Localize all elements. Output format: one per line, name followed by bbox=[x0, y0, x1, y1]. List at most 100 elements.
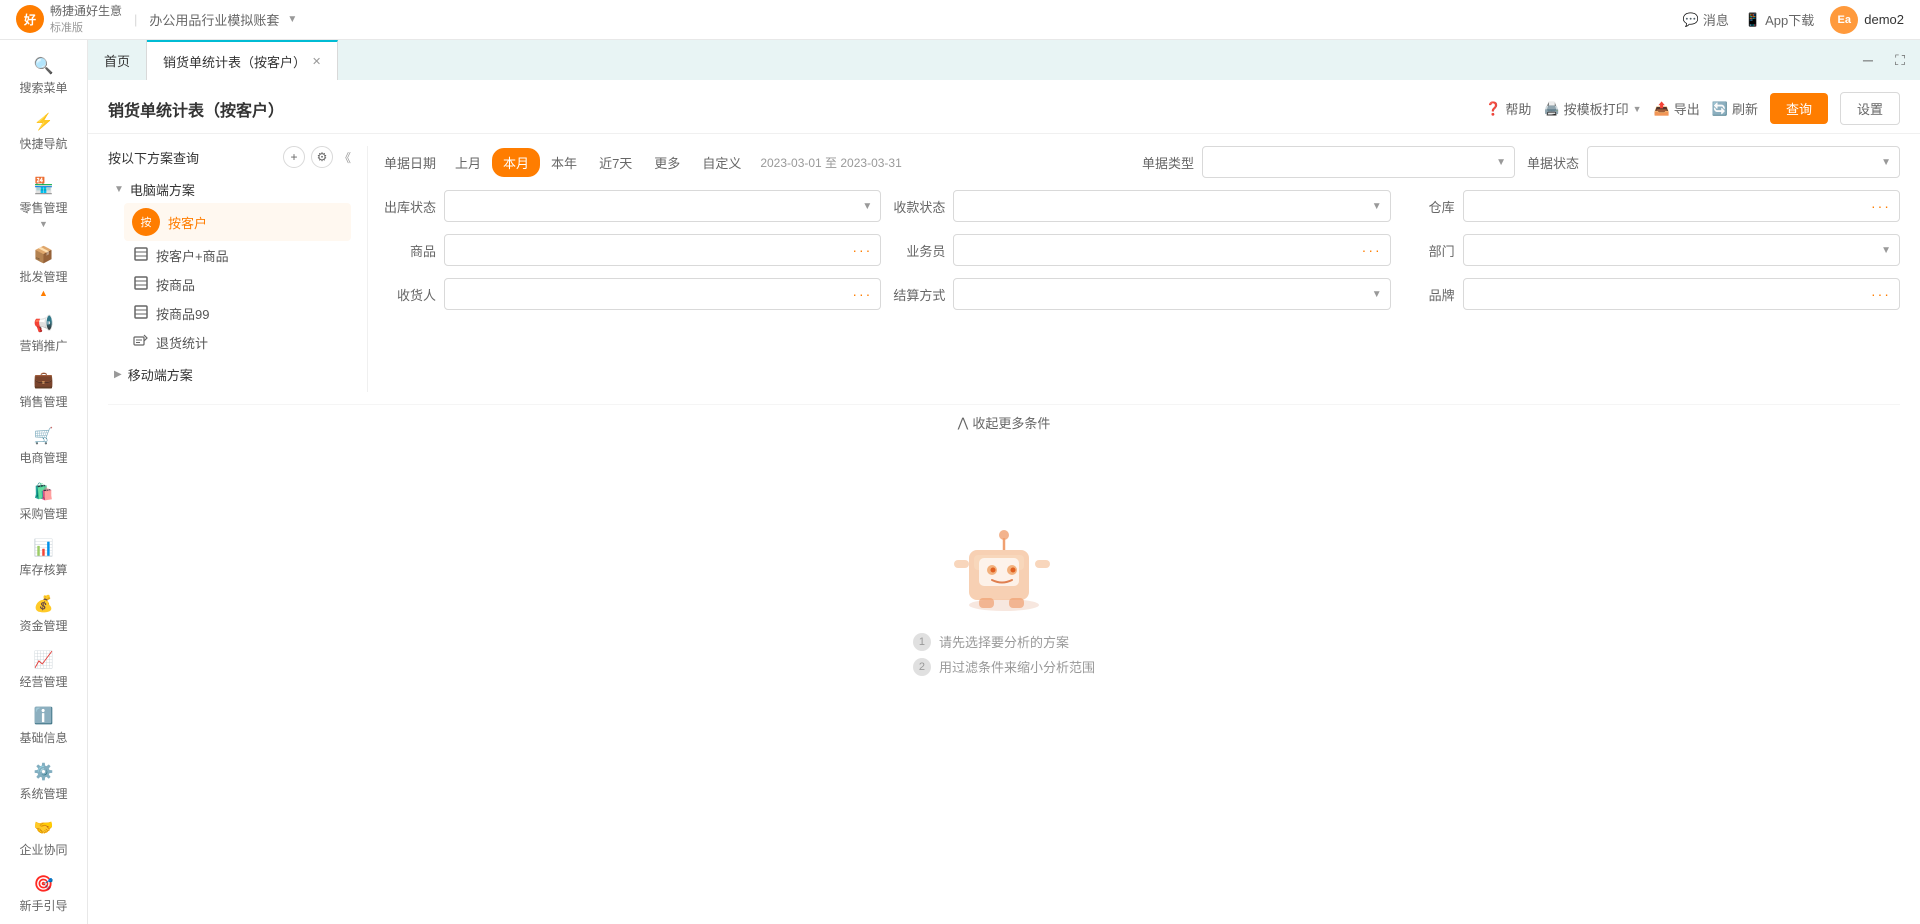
sidebar-item-system[interactable]: ⚙️ 系统管理 bbox=[0, 754, 87, 810]
scheme-group-desktop-header[interactable]: ▼ 电脑端方案 bbox=[108, 176, 351, 203]
filter-field-warehouse: 仓库 ··· bbox=[1403, 190, 1900, 222]
print-button[interactable]: 🖨️ 按模板打印 ▼ bbox=[1543, 99, 1641, 118]
sidebar-item-wholesale[interactable]: 📦 批发管理 ▲ bbox=[0, 237, 87, 306]
salesperson-more-icon: ··· bbox=[1362, 242, 1382, 258]
sidebar-item-newbie[interactable]: 🎯 新手引导 bbox=[0, 866, 87, 922]
sidebar-item-label: 搜索菜单 bbox=[19, 79, 67, 96]
filter-row-4: 收货人 ··· 结算方式 ▼ bbox=[384, 278, 1900, 310]
filter-field-out-status: 出库状态 ▼ bbox=[384, 190, 881, 222]
refresh-button[interactable]: 🔄 刷新 bbox=[1712, 99, 1758, 118]
sidebar-item-label: 新手引导 bbox=[19, 897, 67, 914]
scheme-title: 按以下方案查询 bbox=[108, 148, 199, 167]
help-button[interactable]: ❓ 帮助 bbox=[1485, 99, 1531, 118]
settings-button[interactable]: 设置 bbox=[1840, 92, 1900, 125]
messages-button[interactable]: 💬 消息 bbox=[1683, 10, 1729, 29]
filter-panel: 按以下方案查询 + ⚙ 《 ▼ 电脑端方案 bbox=[88, 134, 1920, 404]
receiver-more-icon: ··· bbox=[852, 286, 872, 302]
query-button[interactable]: 查询 bbox=[1770, 93, 1828, 124]
scheme-item-by-goods-99[interactable]: 按商品99 bbox=[124, 299, 351, 328]
tab-minimize-button[interactable]: ─ bbox=[1856, 48, 1880, 72]
status-input[interactable]: ▼ bbox=[1587, 146, 1900, 178]
brand-input[interactable]: ··· bbox=[1463, 278, 1900, 310]
export-button[interactable]: 📤 导出 bbox=[1654, 99, 1700, 118]
sidebar-item-enterprise[interactable]: 🤝 企业协同 bbox=[0, 810, 87, 866]
department-input[interactable]: ▼ bbox=[1463, 234, 1900, 266]
scheme-header: 按以下方案查询 + ⚙ 《 bbox=[108, 146, 351, 168]
scheme-panel: 按以下方案查询 + ⚙ 《 ▼ 电脑端方案 bbox=[108, 146, 368, 392]
sidebar-item-ecommerce[interactable]: 🛒 电商管理 bbox=[0, 418, 87, 474]
receiver-input[interactable]: ··· bbox=[444, 278, 881, 310]
tab-home[interactable]: 首页 bbox=[88, 40, 147, 80]
logo-icon: 好 bbox=[16, 5, 44, 33]
date-tab-custom[interactable]: 自定义 bbox=[691, 148, 752, 177]
scheme-item-by-customer[interactable]: 按 按客户 bbox=[124, 203, 351, 241]
sidebar-item-marketing[interactable]: 📢 营销推广 bbox=[0, 306, 87, 362]
user-profile-button[interactable]: Ea demo2 bbox=[1830, 6, 1904, 34]
topbar-right: 💬 消息 📱 App下载 Ea demo2 bbox=[1683, 6, 1904, 34]
refresh-icon: 🔄 bbox=[1712, 101, 1728, 117]
scheme-item-label: 按商品99 bbox=[156, 304, 209, 323]
goods-input[interactable]: ··· bbox=[444, 234, 881, 266]
goods-more-icon: ··· bbox=[852, 242, 872, 258]
out-status-input[interactable]: ▼ bbox=[444, 190, 881, 222]
sidebar-item-label: 库存核算 bbox=[19, 561, 67, 578]
type-input[interactable]: ▼ bbox=[1202, 146, 1515, 178]
finance-icon: 💰 bbox=[34, 594, 54, 614]
topbar: 好 畅捷通好生意 标准版 | 办公用品行业模拟账套 ▼ 💬 消息 📱 App下载… bbox=[0, 0, 1920, 40]
marketing-icon: 📢 bbox=[34, 314, 54, 334]
sidebar-item-purchase[interactable]: 🛍️ 采购管理 bbox=[0, 474, 87, 530]
app-download-button[interactable]: 📱 App下载 bbox=[1745, 10, 1814, 29]
sidebar-item-retail[interactable]: 🏪 零售管理 ▼ bbox=[0, 168, 87, 237]
hint-2-text: 用过滤条件来缩小分析范围 bbox=[939, 657, 1095, 676]
payment-input[interactable]: ▼ bbox=[953, 278, 1390, 310]
date-tab-7days[interactable]: 近7天 bbox=[588, 148, 643, 177]
scheme-add-button[interactable]: + bbox=[283, 146, 305, 168]
sidebar-item-operation[interactable]: 📈 经营管理 bbox=[0, 642, 87, 698]
collapse-more-bar[interactable]: ⋀ 收起更多条件 bbox=[108, 404, 1900, 440]
empty-hint-2: 2 用过滤条件来缩小分析范围 bbox=[913, 657, 1095, 676]
breadcrumb-dropdown-icon[interactable]: ▼ bbox=[287, 14, 297, 25]
page-actions: ❓ 帮助 🖨️ 按模板打印 ▼ 📤 导出 🔄 刷新 bbox=[1485, 92, 1900, 125]
scheme-item-by-goods[interactable]: 按商品 bbox=[124, 270, 351, 299]
department-label: 部门 bbox=[1403, 241, 1455, 260]
scheme-item-return-stats[interactable]: 退货统计 bbox=[124, 328, 351, 357]
date-tab-last-month[interactable]: 上月 bbox=[444, 148, 492, 177]
date-tab-this-month[interactable]: 本月 bbox=[492, 148, 540, 177]
scheme-collapse-button[interactable]: 《 bbox=[339, 149, 351, 166]
salesperson-input[interactable]: ··· bbox=[953, 234, 1390, 266]
scheme-item-icon bbox=[132, 275, 150, 294]
warehouse-input[interactable]: ··· bbox=[1463, 190, 1900, 222]
receipt-status-label: 收款状态 bbox=[893, 197, 945, 216]
filter-row-2: 出库状态 ▼ 收款状态 ▼ bbox=[384, 190, 1900, 222]
sidebar-item-inventory[interactable]: 📊 库存核算 bbox=[0, 530, 87, 586]
wholesale-icon: 📦 bbox=[34, 245, 54, 265]
scheme-group-mobile-header[interactable]: ▶ 移动端方案 bbox=[108, 361, 351, 388]
collapse-up-icon: ⋀ bbox=[958, 415, 969, 431]
sidebar-item-search[interactable]: 🔍 搜索菜单 bbox=[0, 48, 87, 104]
breadcrumb: 办公用品行业模拟账套 bbox=[149, 10, 279, 29]
scheme-group-mobile: ▶ 移动端方案 bbox=[108, 361, 351, 388]
scheme-item-by-customer-goods[interactable]: 按客户+商品 bbox=[124, 241, 351, 270]
sidebar-item-shortcuts[interactable]: ⚡ 快捷导航 bbox=[0, 104, 87, 160]
date-tab-more[interactable]: 更多 bbox=[643, 148, 691, 177]
date-tab-this-year[interactable]: 本年 bbox=[540, 148, 588, 177]
operation-icon: 📈 bbox=[34, 650, 54, 670]
filter-row-3: 商品 ··· 业务员 ··· bbox=[384, 234, 1900, 266]
scheme-item-label: 按商品 bbox=[156, 275, 195, 294]
shortcuts-icon: ⚡ bbox=[34, 112, 54, 132]
sidebar-item-label: 销售管理 bbox=[19, 393, 67, 410]
sidebar-item-basic[interactable]: ℹ️ 基础信息 bbox=[0, 698, 87, 754]
tab-sales-stats[interactable]: 销货单统计表（按客户） ✕ bbox=[147, 40, 338, 80]
page-header: 销货单统计表（按客户） ❓ 帮助 🖨️ 按模板打印 ▼ 📤 导出 bbox=[88, 80, 1920, 134]
tab-maximize-button[interactable]: ⛶ bbox=[1888, 48, 1912, 72]
scheme-settings-button[interactable]: ⚙ bbox=[311, 146, 333, 168]
tab-bar-actions: ─ ⛶ bbox=[1856, 48, 1920, 72]
sidebar-item-sales[interactable]: 💼 销售管理 bbox=[0, 362, 87, 418]
brand-more-icon: ··· bbox=[1871, 286, 1891, 302]
sidebar-item-finance[interactable]: 💰 资金管理 bbox=[0, 586, 87, 642]
print-icon: 🖨️ bbox=[1543, 101, 1559, 117]
scheme-items-desktop: 按 按客户 按客户+商品 bbox=[108, 203, 351, 357]
tab-close-icon[interactable]: ✕ bbox=[312, 55, 321, 68]
sidebar-item-label: 经营管理 bbox=[19, 673, 67, 690]
receipt-status-input[interactable]: ▼ bbox=[953, 190, 1390, 222]
